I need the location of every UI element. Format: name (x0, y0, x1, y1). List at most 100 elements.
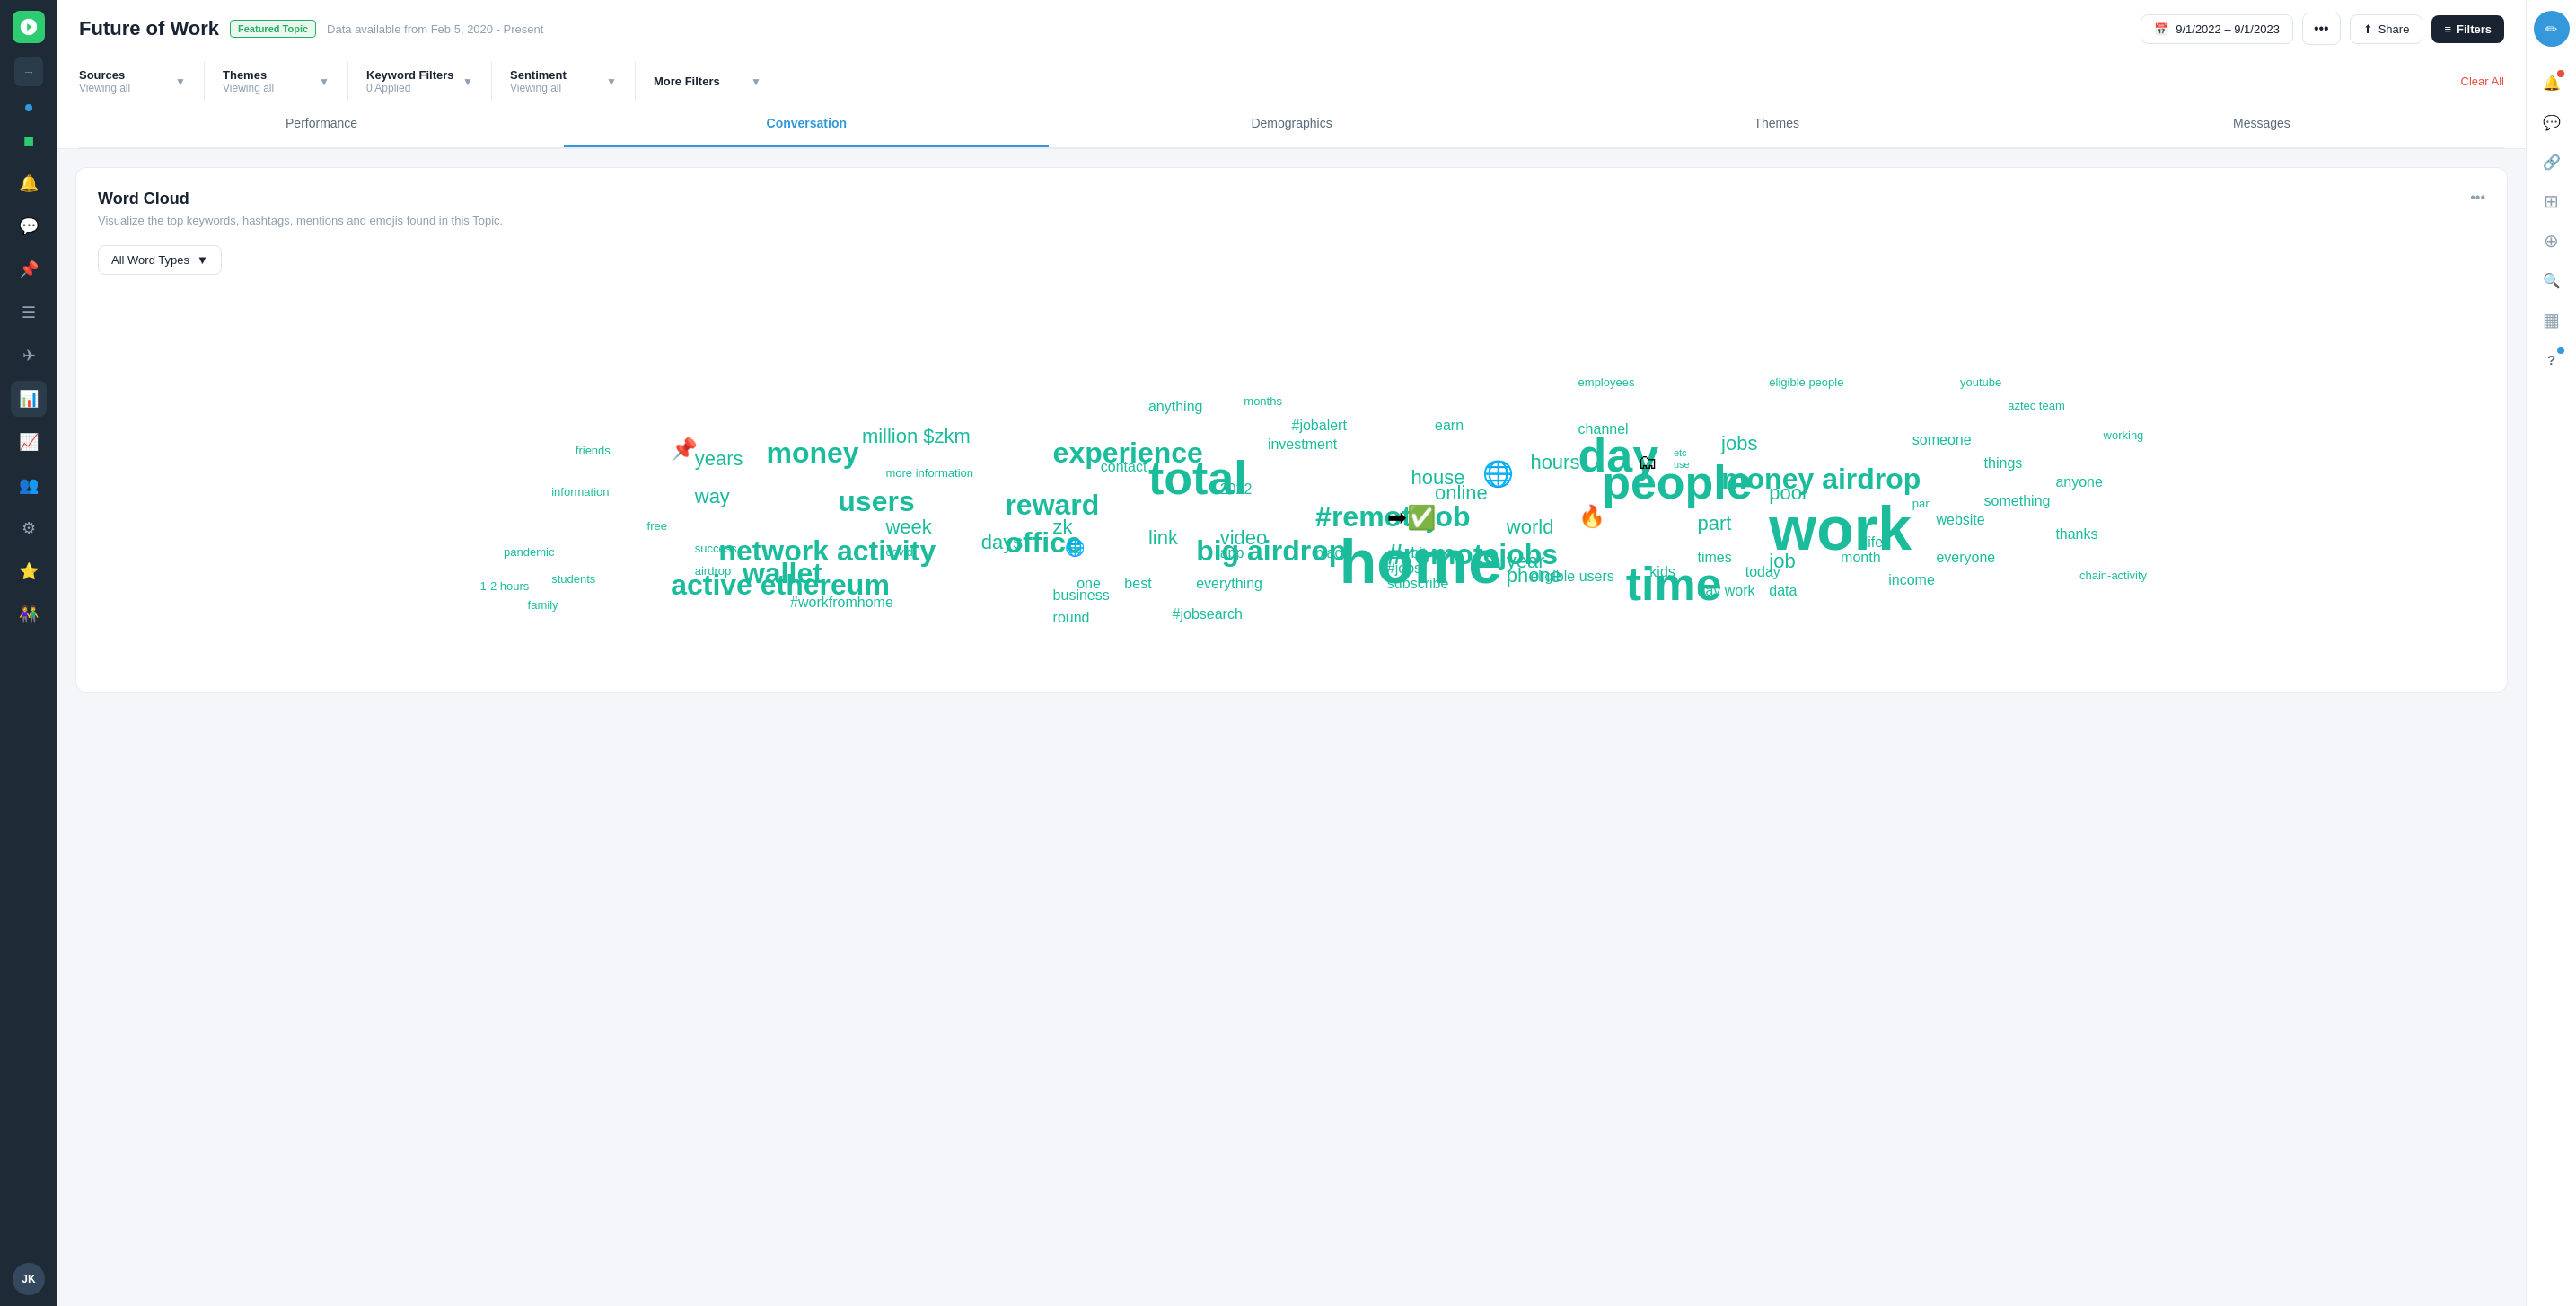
rp-chat-button[interactable]: 💬 (2534, 104, 2570, 140)
word-cloud-word: day work (1698, 583, 1755, 599)
word-cloud-emoji: 🗂 (1638, 451, 1657, 474)
word-cloud-word: best (1124, 576, 1151, 592)
rp-search-button[interactable]: 🔍 (2534, 262, 2570, 298)
themes-label: Themes (223, 68, 274, 82)
tab-themes[interactable]: Themes (1534, 101, 2019, 147)
rp-grid-button[interactable]: ⊞ (2534, 183, 2570, 219)
sidebar-item-bell[interactable]: 🔔 (11, 165, 47, 201)
dropdown-chevron: ▼ (197, 253, 208, 267)
word-cloud-word: success (695, 542, 737, 555)
header-actions: 📅 9/1/2022 – 9/1/2023 ••• ⬆ Share ≡ Filt… (2141, 13, 2504, 45)
word-cloud-word: zk (1053, 516, 1073, 539)
rp-link-button[interactable]: 🔗 (2534, 144, 2570, 180)
word-cloud-word: link (1148, 526, 1178, 550)
sidebar: → ■ 🔔 💬 📌 ☰ ✈ 📊 📈 👥 ⚙ ⭐ 👫 JK (0, 0, 57, 1306)
keyword-filter[interactable]: Keyword Filters 0 Applied ▼ (366, 61, 492, 101)
word-cloud-word: pool (1769, 481, 1807, 505)
word-cloud-word: earn (1435, 418, 1464, 434)
themes-sub: Viewing all (223, 82, 274, 94)
tab-conversation[interactable]: Conversation (564, 101, 1049, 147)
tab-messages[interactable]: Messages (2019, 101, 2504, 147)
data-available: Data available from Feb 5, 2020 - Presen… (327, 22, 543, 36)
keyword-chevron: ▼ (462, 75, 473, 88)
rp-bell-button[interactable]: 🔔 (2534, 65, 2570, 101)
word-cloud-word: etc (1674, 447, 1687, 458)
clear-all-button[interactable]: Clear All (2461, 75, 2504, 88)
right-panel: ✏ 🔔 💬 🔗 ⊞ ⊕ 🔍 ▦ ? (2526, 0, 2576, 1306)
card-title: Word Cloud (98, 190, 189, 208)
word-cloud-word: part (1698, 512, 1732, 535)
word-cloud-word: something (1984, 493, 2051, 509)
word-cloud-word: month (1841, 550, 1880, 566)
share-button[interactable]: ⬆ Share (2350, 14, 2423, 44)
word-cloud-word: week (885, 516, 931, 539)
word-cloud-word: months (1244, 394, 1282, 408)
word-cloud-word: covid (885, 545, 912, 559)
filters-button[interactable]: ≡ Filters (2431, 15, 2504, 43)
user-avatar[interactable]: JK (13, 1263, 45, 1295)
sidebar-item-chat[interactable]: 💬 (11, 208, 47, 244)
sidebar-item-square[interactable]: ■ (11, 122, 47, 158)
share-label: Share (2378, 22, 2410, 36)
themes-chevron: ▼ (319, 75, 330, 88)
word-cloud-word: eligible people (1769, 375, 1843, 389)
word-cloud-word: anything (1148, 399, 1203, 415)
page-title: Future of Work (79, 17, 219, 40)
word-cloud-word: life (1865, 534, 1883, 551)
rp-help-button[interactable]: ? (2534, 341, 2570, 377)
app-logo[interactable] (13, 11, 45, 43)
word-cloud-word: bit (1411, 545, 1426, 561)
tab-performance[interactable]: Performance (79, 101, 564, 147)
themes-filter[interactable]: Themes Viewing all ▼ (223, 61, 348, 101)
sidebar-item-chart[interactable]: 📈 (11, 424, 47, 460)
sidebar-toggle[interactable]: → (14, 57, 43, 86)
word-cloud-word: million $zkm (862, 425, 971, 448)
date-range-button[interactable]: 📅 9/1/2022 – 9/1/2023 (2141, 14, 2293, 44)
word-cloud-word: hours (1530, 451, 1579, 474)
dropdown-label: All Word Types (111, 253, 189, 267)
more-filters-filter[interactable]: More Filters ▼ (654, 67, 779, 95)
rp-table-button[interactable]: ▦ (2534, 302, 2570, 338)
word-cloud-word: use (1674, 459, 1690, 470)
word-cloud-word: youtube (1960, 375, 2001, 389)
word-cloud-word: things (1984, 455, 2023, 472)
sources-filter[interactable]: Sources Viewing all ▼ (79, 61, 205, 101)
sidebar-item-analytics[interactable]: 📊 (11, 381, 47, 417)
sidebar-item-star[interactable]: ⭐ (11, 553, 47, 589)
sidebar-item-send[interactable]: ✈ (11, 338, 47, 374)
word-cloud-emoji: 🔥 (1578, 504, 1605, 529)
word-cloud-word: aztec team (2008, 399, 2065, 412)
word-cloud-word: today (1745, 564, 1780, 580)
rp-edit-button[interactable]: ✏ (2534, 11, 2570, 47)
rp-plus-button[interactable]: ⊕ (2534, 223, 2570, 259)
nav-tabs: Performance Conversation Demographics Th… (79, 101, 2504, 148)
word-type-dropdown[interactable]: All Word Types ▼ (98, 245, 222, 275)
featured-badge: Featured Topic (230, 20, 316, 38)
card-description: Visualize the top keywords, hashtags, me… (98, 214, 2485, 227)
word-cloud-word: thanks (2055, 526, 2097, 543)
word-cloud-word: someone (1912, 432, 1972, 448)
word-cloud-word: years (695, 447, 743, 471)
word-cloud-word: world (1507, 516, 1554, 539)
sidebar-item-list[interactable]: ☰ (11, 295, 47, 331)
word-cloud-word: employees (1578, 375, 1635, 389)
word-cloud-word: #jobalert (1292, 418, 1347, 434)
sidebar-item-settings[interactable]: ⚙ (11, 510, 47, 546)
word-cloud-emoji: 🌐 (1482, 459, 1514, 489)
word-cloud-emoji: 🌐 (1065, 538, 1085, 558)
word-cloud-word: app (1220, 545, 1244, 561)
word-cloud-card: Word Cloud ••• Visualize the top keyword… (75, 167, 2508, 693)
sentiment-sub: Viewing all (510, 82, 567, 94)
word-cloud-emoji: 📌 (671, 437, 698, 462)
sentiment-filter[interactable]: Sentiment Viewing all ▼ (510, 61, 636, 101)
card-more-button[interactable]: ••• (2470, 190, 2485, 206)
word-cloud-word: round (1053, 610, 1090, 626)
header-row: Future of Work Featured Topic Data avail… (79, 13, 2504, 45)
more-options-button[interactable]: ••• (2302, 13, 2341, 45)
sidebar-item-group[interactable]: 👫 (11, 596, 47, 632)
sidebar-item-bookmark[interactable]: 📌 (11, 251, 47, 287)
tab-demographics[interactable]: Demographics (1049, 101, 1534, 147)
sidebar-item-users[interactable]: 👥 (11, 467, 47, 503)
word-cloud-word: everyone (1936, 550, 1995, 566)
more-filters-chevron: ▼ (751, 75, 761, 88)
